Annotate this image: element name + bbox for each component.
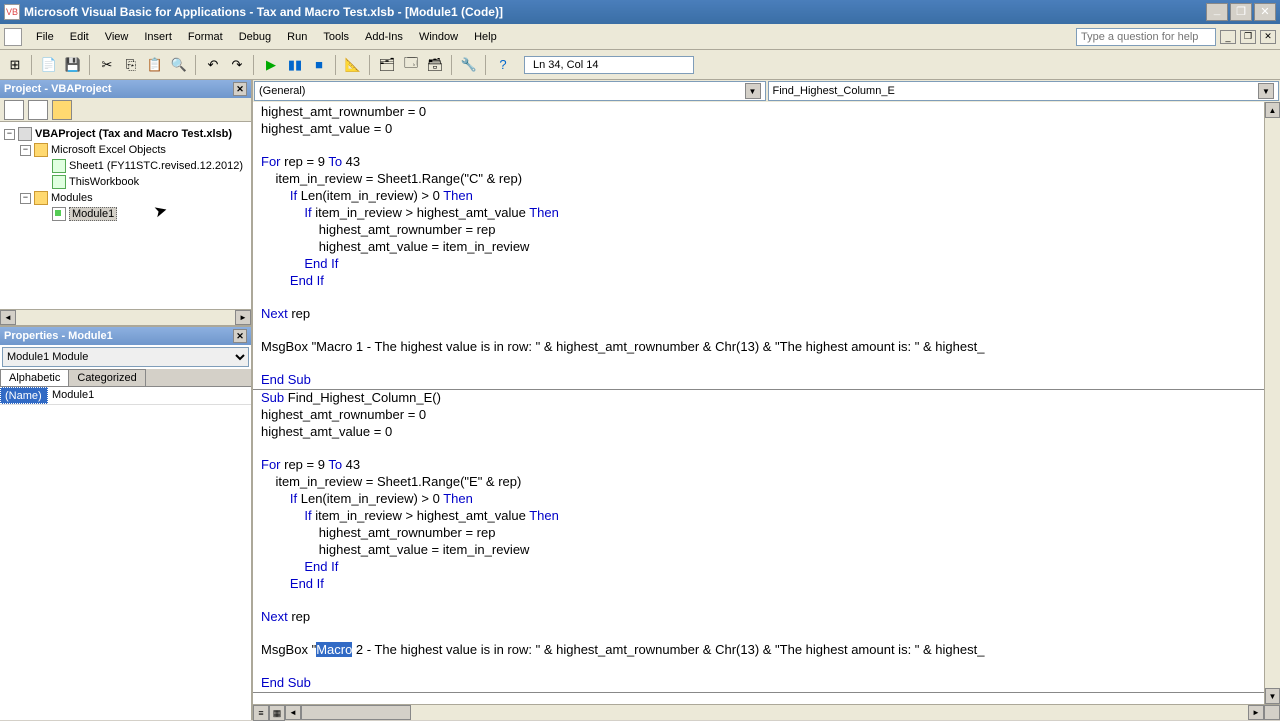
scroll-up-button[interactable]: ▲ (1265, 102, 1280, 118)
save-button[interactable]: 💾 (62, 54, 84, 76)
folder-icon (34, 191, 48, 205)
toggle-folders-button[interactable] (52, 100, 72, 120)
menu-edit[interactable]: Edit (62, 28, 97, 46)
tree-thisworkbook[interactable]: ThisWorkbook (4, 174, 247, 190)
menu-run[interactable]: Run (279, 28, 315, 46)
object-browser-button[interactable]: 🗃 (424, 54, 446, 76)
view-code-button[interactable] (4, 100, 24, 120)
size-grip (1264, 705, 1280, 720)
collapse-icon[interactable]: − (20, 193, 31, 204)
properties-panel: Properties - Module1 ✕ Module1 Module Al… (0, 325, 251, 720)
project-explorer-button[interactable]: 🗂 (376, 54, 398, 76)
code-editor[interactable]: highest_amt_rownumber = 0 highest_amt_va… (253, 102, 1264, 704)
collapse-icon[interactable]: − (4, 129, 15, 140)
mdi-minimize-button[interactable]: _ (1220, 30, 1236, 44)
tree-sheet1[interactable]: Sheet1 (FY11STC.revised.12.2012) (4, 158, 247, 174)
collapse-icon[interactable]: − (20, 145, 31, 156)
redo-button[interactable]: ↷ (226, 54, 248, 76)
project-panel-header: Project - VBAProject ✕ (0, 80, 251, 98)
tree-module1[interactable]: Module1 (4, 206, 247, 222)
code-footer: ≡ ▦ ◄ ► (253, 704, 1280, 720)
copy-button[interactable]: ⎘ (120, 54, 142, 76)
design-mode-button[interactable]: 📐 (342, 54, 364, 76)
properties-panel-title: Properties - Module1 (4, 330, 113, 342)
menu-window[interactable]: Window (411, 28, 466, 46)
project-explorer-panel: Project - VBAProject ✕ − VBAProject (Tax… (0, 80, 251, 325)
close-button[interactable]: ✕ (1254, 3, 1276, 21)
properties-object-combo[interactable]: Module1 Module (2, 347, 249, 367)
properties-grid[interactable]: (Name) Module1 (0, 387, 251, 720)
workbook-icon (52, 175, 66, 189)
project-icon (18, 127, 32, 141)
tree-excel-objects[interactable]: − Microsoft Excel Objects (4, 142, 247, 158)
insert-button[interactable]: 📄 (38, 54, 60, 76)
menubar: File Edit View Insert Format Debug Run T… (0, 24, 1280, 50)
tree-vbaproject[interactable]: − VBAProject (Tax and Macro Test.xlsb) (4, 126, 247, 142)
tab-alphabetic[interactable]: Alphabetic (0, 369, 69, 386)
titlebar[interactable]: VB Microsoft Visual Basic for Applicatio… (0, 0, 1280, 24)
view-object-button[interactable] (28, 100, 48, 120)
scroll-down-button[interactable]: ▼ (1265, 688, 1280, 704)
chevron-down-icon[interactable]: ▼ (1258, 83, 1274, 99)
properties-window-button[interactable]: 🗔 (400, 54, 422, 76)
project-panel-title: Project - VBAProject (4, 83, 112, 95)
object-combo[interactable]: (General) ▼ (254, 81, 766, 101)
property-name-label: (Name) (0, 387, 48, 404)
property-name-value[interactable]: Module1 (48, 387, 251, 404)
worksheet-icon (52, 159, 66, 173)
project-panel-close-button[interactable]: ✕ (233, 82, 247, 96)
tab-categorized[interactable]: Categorized (68, 369, 145, 386)
code-window: (General) ▼ Find_Highest_Column_E ▼ high… (253, 80, 1280, 720)
system-menu-icon[interactable] (4, 28, 22, 46)
project-toolbar (0, 98, 251, 122)
break-button[interactable]: ▮▮ (284, 54, 306, 76)
mdi-close-button[interactable]: ✕ (1260, 30, 1276, 44)
scroll-right-button[interactable]: ► (235, 310, 251, 325)
minimize-button[interactable]: _ (1206, 3, 1228, 21)
menu-addins[interactable]: Add-Ins (357, 28, 411, 46)
mdi-restore-button[interactable]: ❐ (1240, 30, 1256, 44)
scroll-right-button[interactable]: ► (1248, 705, 1264, 720)
reset-button[interactable]: ■ (308, 54, 330, 76)
cut-button[interactable]: ✂ (96, 54, 118, 76)
procedure-view-button[interactable]: ≡ (253, 705, 269, 721)
property-row-name[interactable]: (Name) Module1 (0, 387, 251, 405)
window-title: Microsoft Visual Basic for Applications … (24, 5, 1206, 19)
paste-button[interactable]: 📋 (144, 54, 166, 76)
menu-insert[interactable]: Insert (136, 28, 180, 46)
properties-panel-header: Properties - Module1 ✕ (0, 327, 251, 345)
project-tree[interactable]: − VBAProject (Tax and Macro Test.xlsb) −… (0, 122, 251, 309)
tree-modules-folder[interactable]: − Modules (4, 190, 247, 206)
scroll-left-button[interactable]: ◄ (285, 705, 301, 720)
menu-view[interactable]: View (97, 28, 137, 46)
undo-button[interactable]: ↶ (202, 54, 224, 76)
menu-format[interactable]: Format (180, 28, 231, 46)
toolbar: ⊞ 📄 💾 ✂ ⎘ 📋 🔍 ↶ ↷ ▶ ▮▮ ■ 📐 🗂 🗔 🗃 🔧 ? Ln … (0, 50, 1280, 80)
help-button[interactable]: ? (492, 54, 514, 76)
scroll-thumb[interactable] (301, 705, 411, 720)
find-button[interactable]: 🔍 (168, 54, 190, 76)
run-button[interactable]: ▶ (260, 54, 282, 76)
app-icon: VB (4, 4, 20, 20)
scroll-left-button[interactable]: ◄ (0, 310, 16, 325)
code-v-scrollbar[interactable]: ▲ ▼ (1264, 102, 1280, 704)
selected-text: Macro (316, 642, 352, 657)
help-search-input[interactable] (1076, 28, 1216, 46)
menu-debug[interactable]: Debug (231, 28, 279, 46)
maximize-button[interactable]: ❐ (1230, 3, 1252, 21)
folder-icon (34, 143, 48, 157)
menu-help[interactable]: Help (466, 28, 505, 46)
full-module-view-button[interactable]: ▦ (269, 705, 285, 721)
module-icon (52, 207, 66, 221)
procedure-combo[interactable]: Find_Highest_Column_E ▼ (768, 81, 1280, 101)
toolbox-button[interactable]: 🔧 (458, 54, 480, 76)
cursor-position-status: Ln 34, Col 14 (524, 56, 694, 74)
menu-file[interactable]: File (28, 28, 62, 46)
menu-tools[interactable]: Tools (315, 28, 357, 46)
project-h-scrollbar[interactable]: ◄ ► (0, 309, 251, 325)
properties-panel-close-button[interactable]: ✕ (233, 329, 247, 343)
chevron-down-icon[interactable]: ▼ (745, 83, 761, 99)
view-excel-button[interactable]: ⊞ (4, 54, 26, 76)
